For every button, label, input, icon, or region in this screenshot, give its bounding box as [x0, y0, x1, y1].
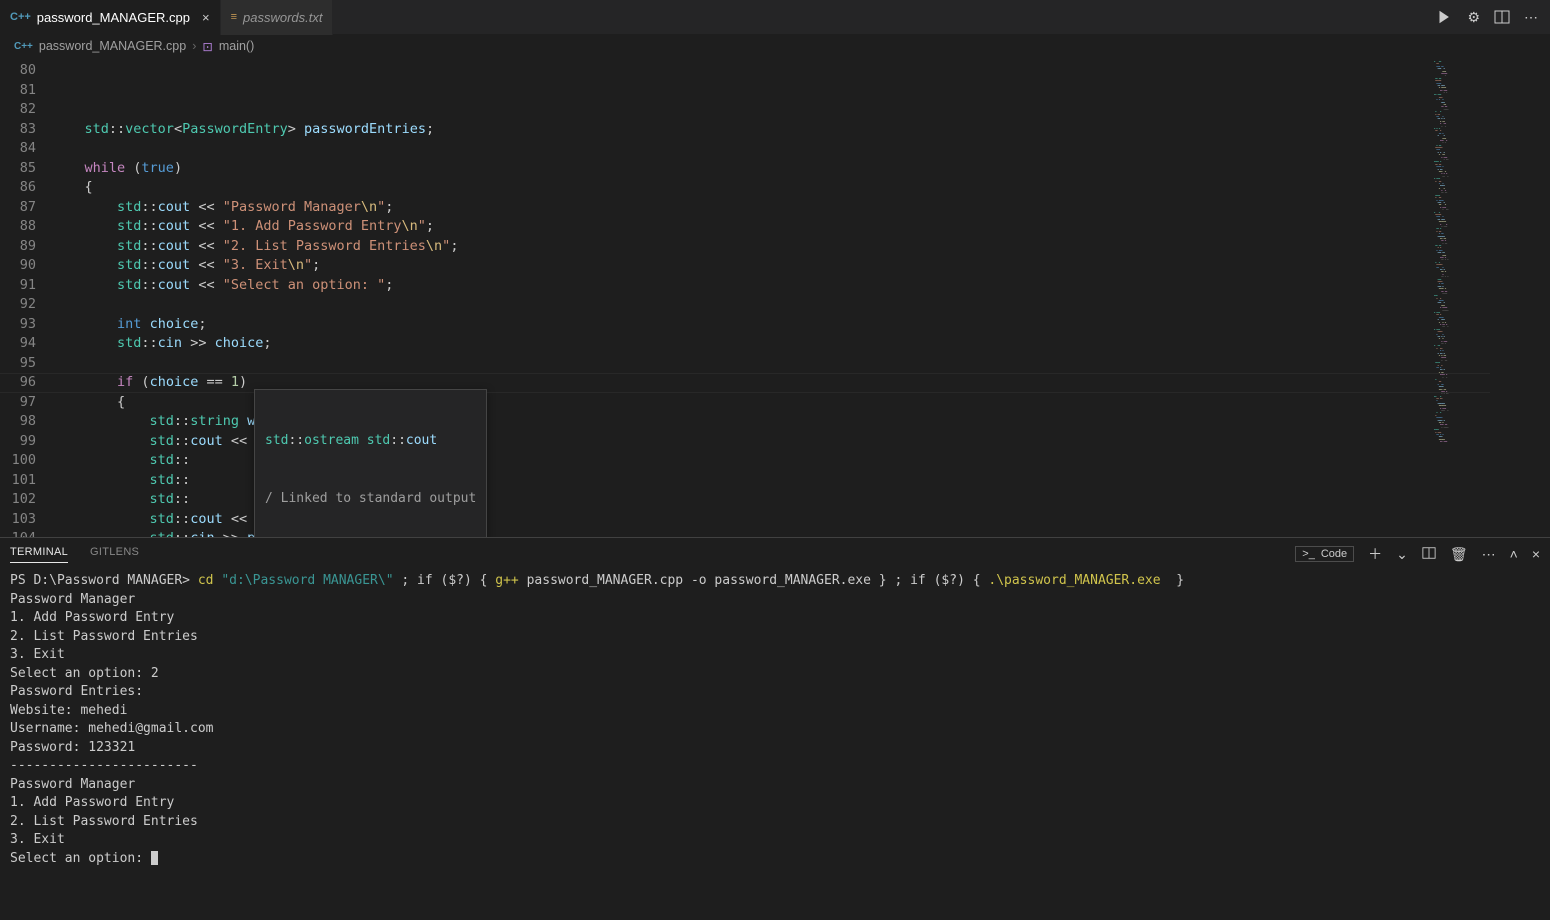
breadcrumb[interactable]: C++ password_MANAGER.cpp › ⊡ main() [0, 35, 1550, 57]
run-with-debug-icon[interactable] [1435, 9, 1453, 26]
line-number: 83 [0, 120, 36, 140]
tab-actions: ⚙ ⋯ [1423, 9, 1550, 26]
code-line[interactable]: while (true) [52, 159, 1430, 179]
code-line[interactable]: std::cin >> choice; [52, 334, 1430, 354]
line-gutter: 8081828384858687888990919293949596979899… [0, 57, 52, 537]
code-line[interactable]: { [52, 178, 1430, 198]
line-number: 92 [0, 295, 36, 315]
code-line[interactable] [52, 295, 1430, 315]
hover-doc: / Linked to standard output [265, 490, 476, 508]
line-number: 80 [0, 61, 36, 81]
close-icon[interactable]: × [202, 10, 210, 25]
tab-cpp[interactable]: C++ password_MANAGER.cpp × [0, 0, 221, 35]
line-number: 87 [0, 198, 36, 218]
code-line[interactable]: int choice; [52, 315, 1430, 335]
close-panel-icon[interactable]: × [1532, 546, 1540, 562]
line-number: 104 [0, 529, 36, 537]
tab-label: passwords.txt [243, 10, 322, 25]
code-line[interactable]: std::cout << "Select an option: "; [52, 276, 1430, 296]
file-icon: ≡ [231, 11, 237, 23]
symbol-method-icon: ⊡ [202, 39, 212, 54]
terminal-cursor [151, 851, 158, 865]
terminal-profile-selector[interactable]: >_ Code [1295, 546, 1354, 562]
gear-icon[interactable]: ⚙ [1467, 9, 1480, 26]
tab-bar: C++ password_MANAGER.cpp × ≡ passwords.t… [0, 0, 1550, 35]
code-line[interactable] [52, 139, 1430, 159]
chevron-down-icon[interactable]: ⌄ [1396, 546, 1408, 563]
code-line[interactable]: std::cout << "1. Add Password Entry\n"; [52, 217, 1430, 237]
split-terminal-icon[interactable] [1422, 546, 1436, 563]
line-number: 89 [0, 237, 36, 257]
code-line[interactable]: std::cout << "2. List Password Entries\n… [52, 237, 1430, 257]
line-number: 91 [0, 276, 36, 296]
line-number: 84 [0, 139, 36, 159]
more-icon[interactable]: ⋯ [1524, 9, 1538, 26]
chevron-up-icon[interactable]: ˄ [1510, 546, 1518, 562]
terminal-output-text: Password Manager 1. Add Password Entry 2… [10, 592, 214, 866]
tab-label: password_MANAGER.cpp [37, 10, 190, 25]
terminal-profile-label: Code [1321, 548, 1347, 560]
line-number: 98 [0, 412, 36, 432]
line-number: 82 [0, 100, 36, 120]
line-number: 99 [0, 432, 36, 452]
line-number: 94 [0, 334, 36, 354]
terminal-output[interactable]: PS D:\Password MANAGER> cd "d:\Password … [0, 570, 1550, 920]
cpp-icon: C++ [10, 11, 31, 23]
line-number: 101 [0, 471, 36, 491]
hover-signature: std::ostream std::cout [265, 432, 476, 450]
minimap[interactable]: ▬ ▬▬ ▬▬ ▬▬▬ ▬▬ ▬▬▬ ▬ ▬▬▬ ▬▬▬▬▬ ▬ ▬▬ ▬▬ ▬… [1430, 57, 1550, 537]
line-number: 100 [0, 451, 36, 471]
line-number: 102 [0, 490, 36, 510]
breadcrumb-file: password_MANAGER.cpp [39, 39, 186, 53]
split-editor-icon[interactable] [1494, 9, 1510, 26]
line-number: 85 [0, 159, 36, 179]
code-line[interactable]: std::cout << "3. Exit\n"; [52, 256, 1430, 276]
code-editor[interactable]: std::vector<PasswordEntry> passwordEntri… [52, 57, 1430, 537]
line-number: 93 [0, 315, 36, 335]
line-number: 97 [0, 393, 36, 413]
symbol-hover-tooltip: std::ostream std::cout / Linked to stand… [254, 389, 487, 537]
line-number: 95 [0, 354, 36, 374]
breadcrumb-symbol: main() [219, 39, 254, 53]
code-line[interactable]: std::cout << "Password Manager\n"; [52, 198, 1430, 218]
cpp-icon: C++ [14, 41, 33, 52]
tab-txt[interactable]: ≡ passwords.txt [221, 0, 334, 35]
code-line[interactable] [52, 354, 1430, 374]
chevron-right-icon: › [192, 39, 196, 53]
terminal-icon: >_ [1302, 548, 1315, 560]
line-number: 88 [0, 217, 36, 237]
line-number: 81 [0, 81, 36, 101]
tab-gitlens[interactable]: GITLENS [90, 546, 139, 563]
tab-terminal[interactable]: TERMINAL [10, 546, 68, 563]
line-number: 86 [0, 178, 36, 198]
line-number: 103 [0, 510, 36, 530]
line-number: 90 [0, 256, 36, 276]
panel-tabs: TERMINAL GITLENS [10, 546, 139, 563]
terminal-command-line: PS D:\Password MANAGER> cd "d:\Password … [10, 572, 1540, 591]
panel-bar: TERMINAL GITLENS >_ Code ＋ ⌄ 🗑 ⋯ ˄ × [0, 537, 1550, 570]
code-line[interactable]: std::vector<PasswordEntry> passwordEntri… [52, 120, 1430, 140]
editor-area[interactable]: 8081828384858687888990919293949596979899… [0, 57, 1550, 537]
more-icon[interactable]: ⋯ [1482, 546, 1496, 563]
kill-terminal-icon[interactable]: 🗑 [1450, 546, 1468, 563]
panel-actions: >_ Code ＋ ⌄ 🗑 ⋯ ˄ × [1295, 544, 1540, 564]
new-terminal-icon[interactable]: ＋ [1368, 544, 1382, 564]
